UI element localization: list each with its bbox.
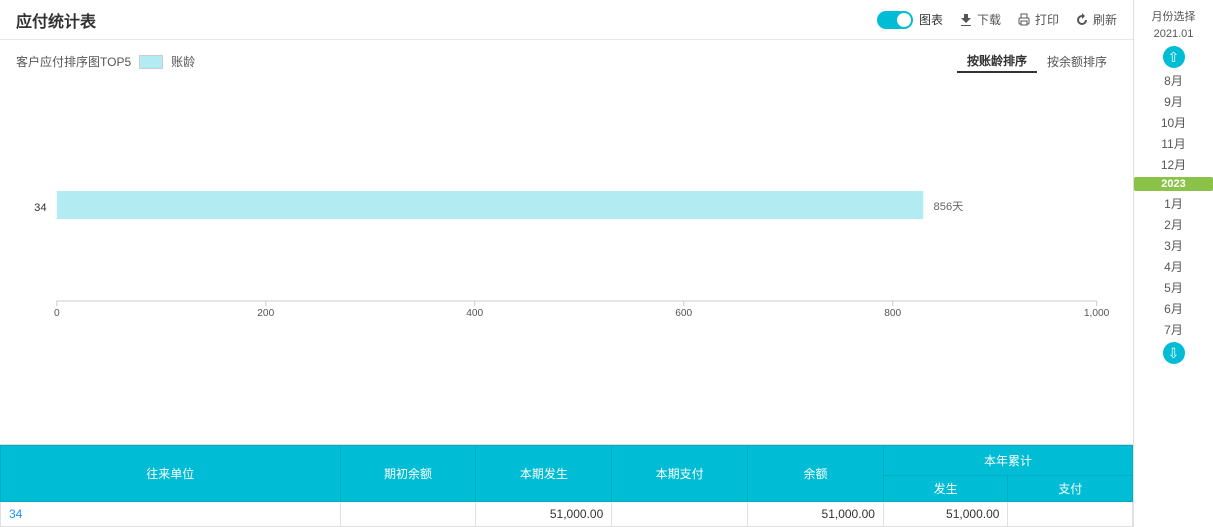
unit-link[interactable]: 34 xyxy=(9,507,22,521)
col-ytd: 本年累计 xyxy=(883,446,1132,476)
cell-ytd-pay xyxy=(1008,502,1133,527)
month-sidebar: 月份选择 2021.01 ⇧ 8月 9月 10月 11月 12月 2023 1月… xyxy=(1133,0,1213,527)
sort-by-amount-button[interactable]: 按余额排序 xyxy=(1037,50,1117,73)
month-item-4[interactable]: 4月 xyxy=(1134,256,1213,277)
print-icon xyxy=(1017,13,1031,27)
bar-chart-svg: 34 856天 0 200 400 600 800 xyxy=(16,81,1117,341)
sidebar-date: 2021.01 xyxy=(1154,28,1194,40)
page-header: 应付统计表 图表 下载 打印 刷新 xyxy=(0,0,1133,40)
cell-unit: 34 xyxy=(1,502,341,527)
chart-toggle[interactable] xyxy=(877,11,913,29)
page-title: 应付统计表 xyxy=(16,8,96,32)
cell-current-occur: 51,000.00 xyxy=(476,502,612,527)
month-item-9[interactable]: 9月 xyxy=(1134,91,1213,112)
month-item-6[interactable]: 6月 xyxy=(1134,298,1213,319)
print-button[interactable]: 打印 xyxy=(1017,11,1059,28)
month-item-2[interactable]: 2月 xyxy=(1134,214,1213,235)
col-unit: 往来单位 xyxy=(1,446,341,502)
chart-legend: 客户应付排序图TOP5 账龄 xyxy=(16,53,195,70)
table-header-row1: 往来单位 期初余额 本期发生 本期支付 余额 本年累计 xyxy=(1,446,1133,476)
month-list: 8月 9月 10月 11月 12月 2023 1月 2月 3月 4月 5月 6月… xyxy=(1134,70,1213,340)
data-table: 往来单位 期初余额 本期发生 本期支付 余额 本年累计 发生 支付 34 xyxy=(0,445,1133,527)
legend-text: 账龄 xyxy=(171,53,195,70)
legend-label: 客户应付排序图TOP5 xyxy=(16,53,131,70)
refresh-button[interactable]: 刷新 xyxy=(1075,11,1117,28)
month-item-11[interactable]: 11月 xyxy=(1134,133,1213,154)
svg-text:0: 0 xyxy=(54,308,60,319)
chart-area: 34 856天 0 200 400 600 800 xyxy=(16,81,1117,361)
sort-buttons: 按账龄排序 按余额排序 xyxy=(957,50,1117,73)
month-item-5[interactable]: 5月 xyxy=(1134,277,1213,298)
month-item-3[interactable]: 3月 xyxy=(1134,235,1213,256)
year-marker-2023: 2023 xyxy=(1134,177,1213,191)
svg-text:1,000: 1,000 xyxy=(1084,308,1110,319)
svg-text:34: 34 xyxy=(34,202,46,214)
col-opening: 期初余额 xyxy=(340,446,476,502)
sort-by-balance-button[interactable]: 按账龄排序 xyxy=(957,50,1037,73)
month-item-8[interactable]: 8月 xyxy=(1134,70,1213,91)
cell-ytd-occur: 51,000.00 xyxy=(883,502,1008,527)
refresh-icon xyxy=(1075,13,1089,27)
chart-header: 客户应付排序图TOP5 账龄 按账龄排序 按余额排序 xyxy=(16,50,1117,73)
col-ytd-occur: 发生 xyxy=(883,476,1008,502)
month-item-12[interactable]: 12月 xyxy=(1134,154,1213,175)
chart-toggle-label: 图表 xyxy=(919,11,943,28)
sidebar-down-button[interactable]: ⇩ xyxy=(1163,342,1185,364)
cell-opening xyxy=(340,502,476,527)
sidebar-title: 月份选择 xyxy=(1152,8,1196,24)
download-icon xyxy=(959,13,973,27)
chart-toggle-wrapper: 图表 xyxy=(877,11,943,29)
table-section: 往来单位 期初余额 本期发生 本期支付 余额 本年累计 发生 支付 34 xyxy=(0,444,1133,527)
cell-current-pay xyxy=(612,502,748,527)
col-current-occur: 本期发生 xyxy=(476,446,612,502)
month-item-1[interactable]: 1月 xyxy=(1134,193,1213,214)
chart-section: 客户应付排序图TOP5 账龄 按账龄排序 按余额排序 34 856天 xyxy=(0,40,1133,444)
svg-text:800: 800 xyxy=(884,308,901,319)
month-item-10[interactable]: 10月 xyxy=(1134,112,1213,133)
month-item-7[interactable]: 7月 xyxy=(1134,319,1213,340)
sidebar-up-button[interactable]: ⇧ xyxy=(1163,46,1185,68)
legend-color-box xyxy=(139,55,163,69)
cell-balance: 51,000.00 xyxy=(748,502,884,527)
col-balance: 余额 xyxy=(748,446,884,502)
table-row: 34 51,000.00 51,000.00 51,000.00 xyxy=(1,502,1133,527)
svg-text:200: 200 xyxy=(257,308,274,319)
svg-text:600: 600 xyxy=(675,308,692,319)
col-ytd-pay: 支付 xyxy=(1008,476,1133,502)
download-button[interactable]: 下载 xyxy=(959,11,1001,28)
col-current-pay: 本期支付 xyxy=(612,446,748,502)
svg-text:856天: 856天 xyxy=(934,201,964,213)
svg-text:400: 400 xyxy=(466,308,483,319)
header-actions: 图表 下载 打印 刷新 xyxy=(877,11,1117,29)
